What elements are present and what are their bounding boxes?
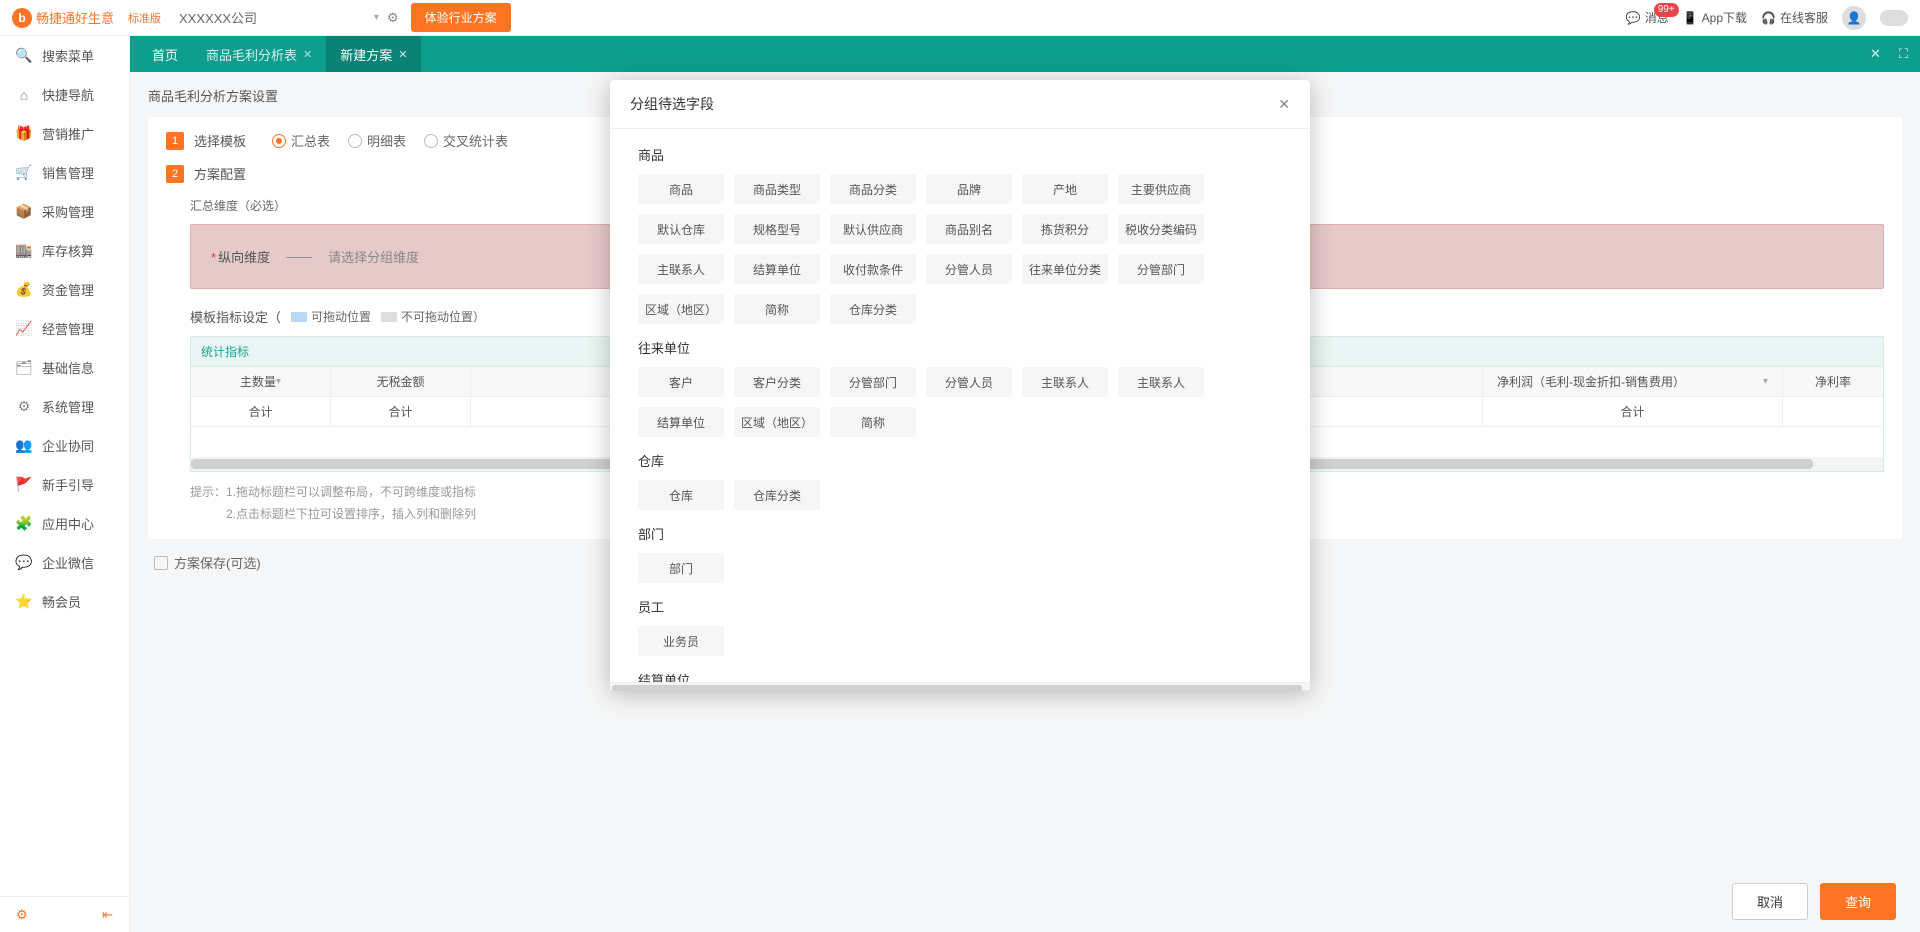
field-tag[interactable]: 商品 (638, 174, 724, 204)
close-icon[interactable]: ✕ (1278, 96, 1290, 113)
field-tag[interactable]: 区域（地区） (734, 407, 820, 437)
field-section-title: 部门 (638, 524, 1290, 543)
field-section-title: 结算单位 (638, 670, 1290, 682)
field-section: 往来单位客户客户分类分管部门分管人员主联系人主联系人结算单位区域（地区）简称 (638, 338, 1290, 437)
field-tag[interactable]: 主联系人 (1118, 367, 1204, 397)
field-tag-row: 客户客户分类分管部门分管人员主联系人主联系人结算单位区域（地区）简称 (638, 367, 1290, 437)
field-tag[interactable]: 主要供应商 (1118, 174, 1204, 204)
field-tag[interactable]: 商品别名 (926, 214, 1012, 244)
field-tag[interactable]: 仓库分类 (830, 294, 916, 324)
field-tag[interactable]: 分管人员 (926, 367, 1012, 397)
field-tag[interactable]: 简称 (734, 294, 820, 324)
field-section-title: 商品 (638, 145, 1290, 164)
field-tag-row: 商品商品类型商品分类品牌产地主要供应商默认仓库规格型号默认供应商商品别名拣货积分… (638, 174, 1290, 324)
field-tag[interactable]: 往来单位分类 (1022, 254, 1108, 284)
field-tag[interactable]: 分管部门 (830, 367, 916, 397)
field-tag[interactable]: 税收分类编码 (1118, 214, 1204, 244)
field-tag[interactable]: 分管人员 (926, 254, 1012, 284)
field-tag[interactable]: 业务员 (638, 626, 724, 656)
field-tag[interactable]: 主联系人 (638, 254, 724, 284)
field-tag-row: 部门 (638, 553, 1290, 583)
field-tag[interactable]: 默认仓库 (638, 214, 724, 244)
field-tag[interactable]: 拣货积分 (1022, 214, 1108, 244)
field-section: 结算单位结算客户主联系人结算单位收付款条件分管人员分管部门区域（地区）简称 (638, 670, 1290, 682)
field-tag[interactable]: 部门 (638, 553, 724, 583)
field-tag[interactable]: 规格型号 (734, 214, 820, 244)
field-tag[interactable]: 区域（地区） (638, 294, 724, 324)
modal-hscroll[interactable] (610, 682, 1310, 690)
field-section-title: 仓库 (638, 451, 1290, 470)
field-tag[interactable]: 主联系人 (1022, 367, 1108, 397)
field-section: 部门部门 (638, 524, 1290, 583)
field-tag-row: 业务员 (638, 626, 1290, 656)
field-tag[interactable]: 简称 (830, 407, 916, 437)
modal-title: 分组待选字段 (630, 94, 714, 114)
field-tag[interactable]: 结算单位 (638, 407, 724, 437)
field-tag[interactable]: 品牌 (926, 174, 1012, 204)
field-section: 商品商品商品类型商品分类品牌产地主要供应商默认仓库规格型号默认供应商商品别名拣货… (638, 145, 1290, 324)
field-tag[interactable]: 默认供应商 (830, 214, 916, 244)
field-tag[interactable]: 分管部门 (1118, 254, 1204, 284)
field-tag[interactable]: 结算单位 (734, 254, 820, 284)
modal-header: 分组待选字段 ✕ (610, 80, 1310, 129)
field-tag[interactable]: 商品类型 (734, 174, 820, 204)
field-tag[interactable]: 客户 (638, 367, 724, 397)
field-section: 员工业务员 (638, 597, 1290, 656)
field-tag[interactable]: 仓库分类 (734, 480, 820, 510)
field-tag[interactable]: 客户分类 (734, 367, 820, 397)
field-section: 仓库仓库仓库分类 (638, 451, 1290, 510)
field-section-title: 员工 (638, 597, 1290, 616)
field-tag-row: 仓库仓库分类 (638, 480, 1290, 510)
field-tag[interactable]: 仓库 (638, 480, 724, 510)
field-section-title: 往来单位 (638, 338, 1290, 357)
modal-body: 商品商品商品类型商品分类品牌产地主要供应商默认仓库规格型号默认供应商商品别名拣货… (610, 129, 1310, 682)
field-tag[interactable]: 收付款条件 (830, 254, 916, 284)
field-tag[interactable]: 产地 (1022, 174, 1108, 204)
field-picker-modal: 分组待选字段 ✕ 商品商品商品类型商品分类品牌产地主要供应商默认仓库规格型号默认… (610, 80, 1310, 690)
field-tag[interactable]: 商品分类 (830, 174, 916, 204)
